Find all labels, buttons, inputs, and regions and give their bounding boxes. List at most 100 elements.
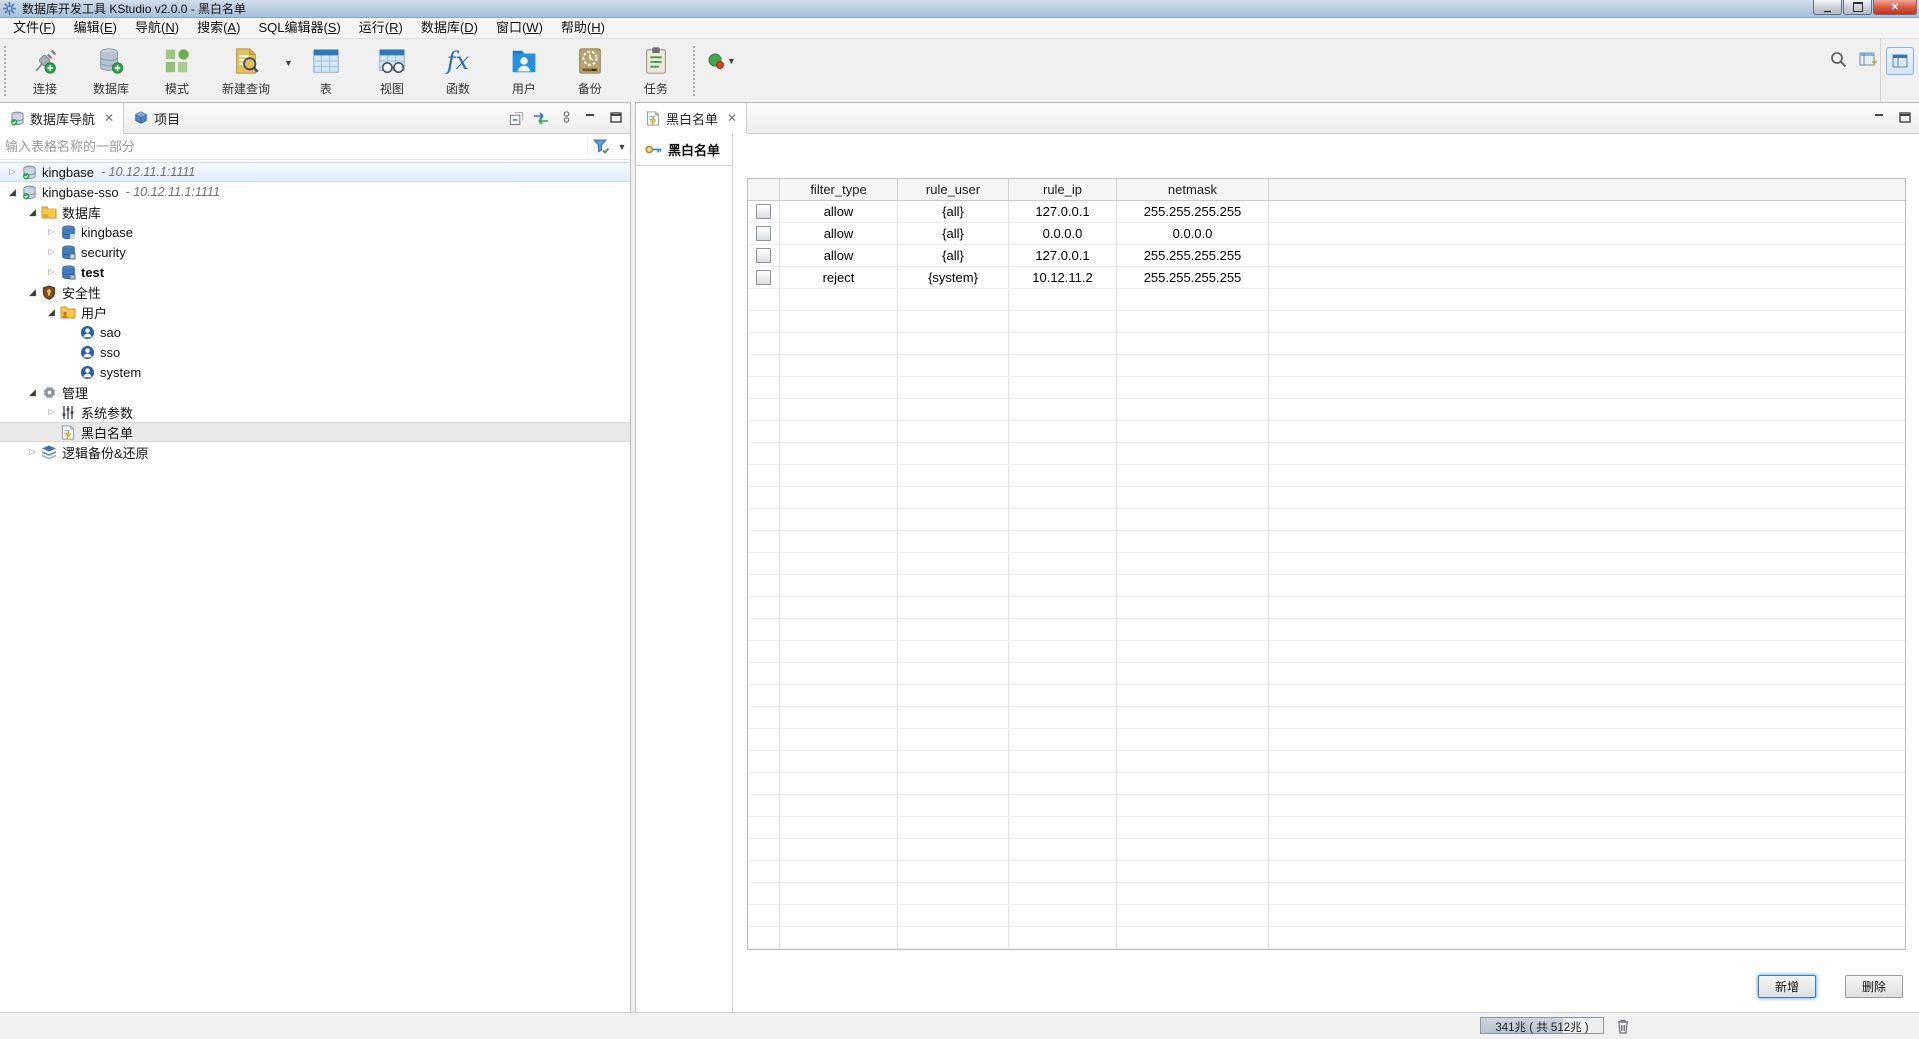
perspective-switch-button[interactable] bbox=[1886, 47, 1914, 75]
view-menu-icon[interactable] bbox=[558, 110, 574, 126]
table-row-empty[interactable] bbox=[748, 487, 1905, 509]
menu-item-help[interactable]: 帮助(H) bbox=[552, 18, 614, 38]
tree-item-users-folder[interactable]: ◢ 用户 bbox=[0, 302, 630, 322]
row-checkbox[interactable] bbox=[756, 226, 771, 241]
col-rule-ip[interactable]: rule_ip bbox=[1009, 179, 1117, 200]
maximize-button[interactable] bbox=[1843, 0, 1872, 15]
tree-item-user-sso[interactable]: sso bbox=[0, 342, 630, 362]
tree-item-db-security[interactable]: ▷ security bbox=[0, 242, 630, 262]
filter-funnel-icon[interactable] bbox=[587, 138, 614, 155]
expander-icon[interactable]: ▷ bbox=[25, 442, 40, 462]
table-row-empty[interactable] bbox=[748, 443, 1905, 465]
table-row-empty[interactable] bbox=[748, 641, 1905, 663]
table-row-empty[interactable] bbox=[748, 597, 1905, 619]
minimize-panel-icon[interactable] bbox=[1872, 110, 1888, 126]
table-row-empty[interactable] bbox=[748, 311, 1905, 333]
tree-item-security[interactable]: ◢ 安全性 bbox=[0, 282, 630, 302]
tree-item-db-test[interactable]: ▷ test bbox=[0, 262, 630, 282]
table-row-empty[interactable] bbox=[748, 883, 1905, 905]
table-row[interactable]: allow {all} 127.0.0.1 255.255.255.255 bbox=[748, 201, 1905, 223]
tree-item-user-system[interactable]: system bbox=[0, 362, 630, 382]
tab-project[interactable]: 项目 bbox=[124, 103, 189, 133]
toolbar-item-function[interactable]: fx 函数 bbox=[425, 42, 491, 97]
menu-item-window[interactable]: 窗口(W) bbox=[487, 18, 552, 38]
toolbar-item-connect[interactable]: 连接 bbox=[12, 42, 78, 97]
table-row-empty[interactable] bbox=[748, 685, 1905, 707]
table-row-empty[interactable] bbox=[748, 553, 1905, 575]
table-row-empty[interactable] bbox=[748, 575, 1905, 597]
tab-database-navigator[interactable]: 数据库导航 ✕ bbox=[0, 103, 125, 134]
table-row-empty[interactable] bbox=[748, 707, 1905, 729]
new-query-dropdown-icon[interactable]: ▼ bbox=[284, 58, 293, 68]
tree-item-blackwhite-list[interactable]: 黑白名单 bbox=[0, 422, 630, 442]
menu-item-run[interactable]: 运行(R) bbox=[350, 18, 412, 38]
tree-item-logical-backup[interactable]: ▷ 逻辑备份&还原 bbox=[0, 442, 630, 462]
expander-icon[interactable]: ▷ bbox=[44, 222, 59, 242]
expander-icon[interactable]: ◢ bbox=[25, 202, 40, 222]
expander-icon[interactable]: ◢ bbox=[25, 282, 40, 302]
tree-item-db-kingbase[interactable]: ▷ kingbase bbox=[0, 222, 630, 242]
table-row-empty[interactable] bbox=[748, 377, 1905, 399]
table-row-empty[interactable] bbox=[748, 927, 1905, 949]
col-filter-type[interactable]: filter_type bbox=[780, 179, 898, 200]
table-row-empty[interactable] bbox=[748, 751, 1905, 773]
tree-item-kingbase-sso[interactable]: ◢ kingbase-sso - 10.12.11.1:1111 bbox=[0, 182, 630, 202]
memory-gauge[interactable]: 341兆 ( 共 512兆 ) bbox=[1480, 1017, 1604, 1034]
table-row-empty[interactable] bbox=[748, 355, 1905, 377]
expander-icon[interactable]: ◢ bbox=[44, 302, 59, 322]
filter-dropdown-icon[interactable]: ▼ bbox=[614, 142, 630, 152]
toolbar-item-user[interactable]: 用户 bbox=[491, 42, 557, 97]
menu-item-file[interactable]: 文件(F) bbox=[4, 18, 65, 38]
menu-item-navigate[interactable]: 导航(N) bbox=[126, 18, 188, 38]
table-row-empty[interactable] bbox=[748, 465, 1905, 487]
session-status-icon[interactable] bbox=[707, 52, 725, 70]
col-rule-user[interactable]: rule_user bbox=[898, 179, 1009, 200]
link-with-editor-icon[interactable] bbox=[533, 110, 549, 126]
col-netmask[interactable]: netmask bbox=[1117, 179, 1269, 200]
expander-icon[interactable]: ◢ bbox=[25, 382, 40, 402]
menu-item-search[interactable]: 搜索(A) bbox=[188, 18, 249, 38]
table-row-empty[interactable] bbox=[748, 619, 1905, 641]
row-checkbox[interactable] bbox=[756, 270, 771, 285]
editor-tab-blackwhite-list[interactable]: 黑白名单 ✕ bbox=[636, 103, 748, 134]
expander-icon[interactable]: ▷ bbox=[5, 162, 20, 182]
tree-item-admin[interactable]: ◢ 管理 bbox=[0, 382, 630, 402]
table-row[interactable]: reject {system} 10.12.11.2 255.255.255.2… bbox=[748, 267, 1905, 289]
toolbar-item-database[interactable]: 数据库 bbox=[78, 42, 144, 97]
tree-item-user-sao[interactable]: sao bbox=[0, 322, 630, 342]
table-row-empty[interactable] bbox=[748, 663, 1905, 685]
tree-item-system-params[interactable]: ▷ 系统参数 bbox=[0, 402, 630, 422]
maximize-panel-icon[interactable] bbox=[608, 110, 624, 126]
table-row[interactable]: allow {all} 0.0.0.0 0.0.0.0 bbox=[748, 223, 1905, 245]
toolbar-item-backup[interactable]: 备份 bbox=[557, 42, 623, 97]
toolbar-item-view[interactable]: 视图 bbox=[359, 42, 425, 97]
table-row-empty[interactable] bbox=[748, 795, 1905, 817]
table-row-empty[interactable] bbox=[748, 289, 1905, 311]
table-row-empty[interactable] bbox=[748, 729, 1905, 751]
table-row-empty[interactable] bbox=[748, 773, 1905, 795]
add-button[interactable]: 新增 bbox=[1758, 975, 1816, 998]
expander-icon[interactable]: ▷ bbox=[44, 242, 59, 262]
close-button[interactable]: ✕ bbox=[1873, 0, 1917, 15]
menu-item-sql-editor[interactable]: SQL编辑器(S) bbox=[249, 18, 349, 38]
minimize-button[interactable]: ▁ bbox=[1813, 0, 1842, 15]
table-row-empty[interactable] bbox=[748, 531, 1905, 553]
table-row-empty[interactable] bbox=[748, 861, 1905, 883]
table-row-empty[interactable] bbox=[748, 905, 1905, 927]
maximize-panel-icon[interactable] bbox=[1897, 110, 1913, 126]
row-checkbox[interactable] bbox=[756, 248, 771, 263]
table-row-empty[interactable] bbox=[748, 509, 1905, 531]
table-row-empty[interactable] bbox=[748, 839, 1905, 861]
table-row[interactable]: allow {all} 127.0.0.1 255.255.255.255 bbox=[748, 245, 1905, 267]
tree-filter-input[interactable] bbox=[0, 134, 587, 159]
expander-icon[interactable]: ◢ bbox=[5, 182, 20, 202]
open-perspective-icon[interactable] bbox=[1859, 52, 1877, 68]
table-row-empty[interactable] bbox=[748, 333, 1905, 355]
menu-item-database[interactable]: 数据库(D) bbox=[412, 18, 487, 38]
expander-icon[interactable]: ▷ bbox=[44, 402, 59, 422]
delete-button[interactable]: 删除 bbox=[1845, 975, 1903, 998]
toolbar-item-table[interactable]: 表 bbox=[293, 42, 359, 97]
garbage-collect-icon[interactable] bbox=[1615, 1018, 1631, 1034]
toolbar-item-new-query[interactable]: 新建查询 bbox=[210, 42, 282, 97]
tab-close-icon[interactable]: ✕ bbox=[104, 111, 114, 125]
